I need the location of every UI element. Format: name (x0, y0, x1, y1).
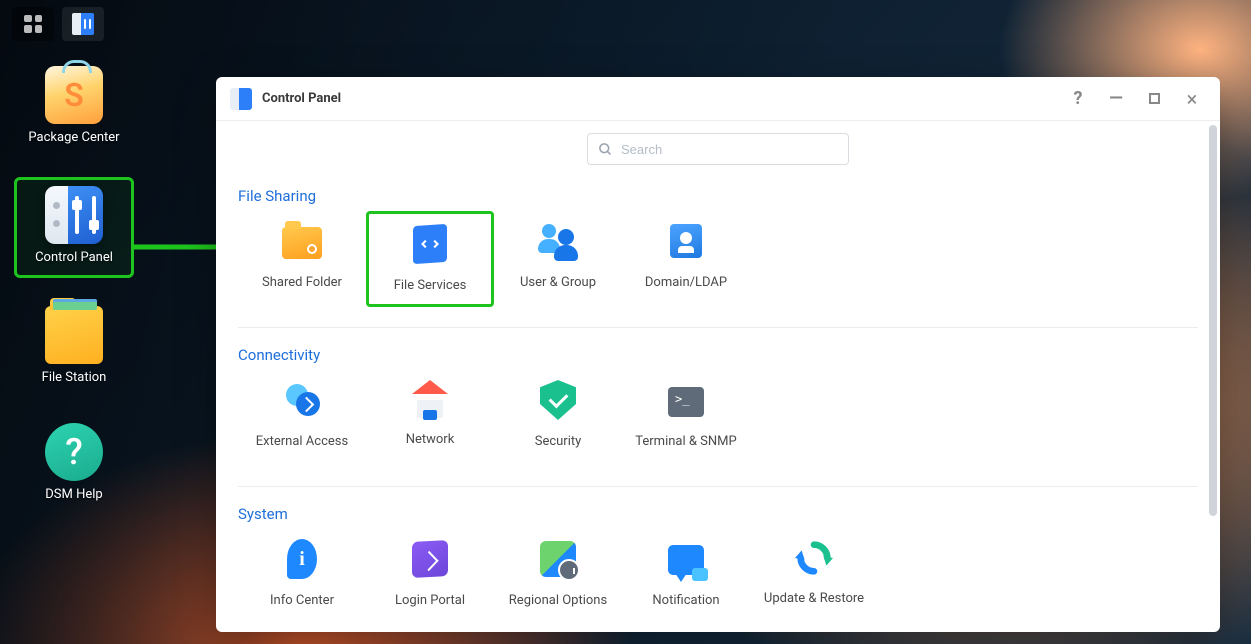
tile-login-portal[interactable]: Login Portal (366, 529, 494, 625)
tile-update-restore[interactable]: Update & Restore (750, 529, 878, 625)
tile-external-access[interactable]: External Access (238, 370, 366, 466)
desktop-package-center[interactable]: Package Center (14, 60, 134, 155)
control-panel-icon (72, 13, 94, 35)
desktop-label: Package Center (28, 130, 119, 147)
scrollbar-thumb[interactable] (1209, 125, 1217, 516)
tile-info-center[interactable]: i Info Center (238, 529, 366, 625)
domain-ldap-icon (666, 221, 706, 261)
desktop-control-panel[interactable]: Control Panel (14, 177, 134, 278)
file-services-icon (410, 224, 450, 264)
tile-label: Info Center (270, 593, 334, 608)
tile-label: User & Group (520, 275, 596, 290)
tile-file-services[interactable]: File Services (366, 211, 494, 307)
grid-file-sharing: Shared Folder File Services User & Group… (238, 211, 1198, 307)
divider (238, 327, 1198, 328)
window-titlebar[interactable]: Control Panel ? — × (216, 77, 1220, 121)
shared-folder-icon (282, 221, 322, 261)
tile-label: Login Portal (395, 593, 465, 608)
desktop-dsm-help[interactable]: ? DSM Help (14, 417, 134, 512)
tile-label: Network (406, 432, 455, 447)
tile-label: Notification (652, 593, 719, 608)
section-system: System (238, 505, 1198, 523)
help-button[interactable]: ? (1064, 85, 1092, 113)
desktop-label: Control Panel (35, 250, 113, 267)
tile-label: Domain/LDAP (645, 275, 727, 290)
main-menu-button[interactable] (12, 7, 54, 41)
terminal-icon (666, 380, 706, 420)
control-panel-icon (45, 186, 103, 244)
tile-domain-ldap[interactable]: Domain/LDAP (622, 211, 750, 307)
section-connectivity: Connectivity (238, 346, 1198, 364)
tile-regional-options[interactable]: Regional Options (494, 529, 622, 625)
search-box[interactable] (587, 133, 849, 165)
update-restore-icon (795, 539, 833, 577)
regional-options-icon (538, 539, 578, 579)
close-button[interactable]: × (1178, 85, 1206, 113)
tile-security[interactable]: Security (494, 370, 622, 466)
minimize-icon: — (1109, 88, 1123, 109)
desktop-label: File Station (42, 370, 107, 387)
security-icon (538, 380, 578, 420)
login-portal-icon (410, 539, 450, 579)
maximize-button[interactable] (1140, 85, 1168, 113)
tile-network[interactable]: Network (366, 370, 494, 466)
section-file-sharing: File Sharing (238, 187, 1198, 205)
tile-user-group[interactable]: User & Group (494, 211, 622, 307)
info-center-icon: i (282, 539, 322, 579)
tile-label: Security (535, 434, 582, 449)
window-icon (230, 88, 252, 110)
external-access-icon (282, 380, 322, 420)
control-panel-window: Control Panel ? — × File Sharing Shared … (216, 77, 1220, 632)
search-icon (598, 142, 613, 157)
user-group-icon (538, 221, 578, 261)
window-title: Control Panel (262, 91, 341, 106)
tile-label: Shared Folder (262, 275, 342, 290)
tile-notification[interactable]: Notification (622, 529, 750, 625)
maximize-icon (1149, 93, 1160, 104)
window-body: File Sharing Shared Folder File Services… (216, 169, 1220, 632)
tile-label: Update & Restore (764, 591, 864, 606)
search-bar (216, 121, 1220, 169)
close-icon: × (1187, 89, 1198, 109)
notification-icon (666, 539, 706, 579)
tile-label: External Access (256, 434, 348, 449)
help-icon: ? (1074, 88, 1083, 109)
desktop-label: DSM Help (45, 487, 102, 504)
scrollbar[interactable] (1209, 125, 1217, 626)
grid-connectivity: External Access Network Security Termina… (238, 370, 1198, 466)
grid-icon (24, 15, 42, 33)
tile-shared-folder[interactable]: Shared Folder (238, 211, 366, 307)
tile-label: File Services (394, 278, 467, 293)
taskbar (0, 0, 116, 47)
divider (238, 486, 1198, 487)
grid-system: i Info Center Login Portal Regional Opti… (238, 529, 1198, 625)
tile-label: Regional Options (509, 593, 607, 608)
search-input[interactable] (621, 142, 838, 157)
desktop-file-station[interactable]: File Station (14, 300, 134, 395)
desktop-icons: Package Center Control Panel File Statio… (14, 60, 134, 512)
help-icon: ? (45, 423, 103, 481)
file-station-icon (45, 306, 103, 364)
tile-label: Terminal & SNMP (635, 434, 736, 449)
taskbar-control-panel[interactable] (62, 7, 104, 41)
package-center-icon (45, 66, 103, 124)
minimize-button[interactable]: — (1102, 85, 1130, 113)
network-icon (411, 380, 449, 418)
tile-terminal-snmp[interactable]: Terminal & SNMP (622, 370, 750, 466)
